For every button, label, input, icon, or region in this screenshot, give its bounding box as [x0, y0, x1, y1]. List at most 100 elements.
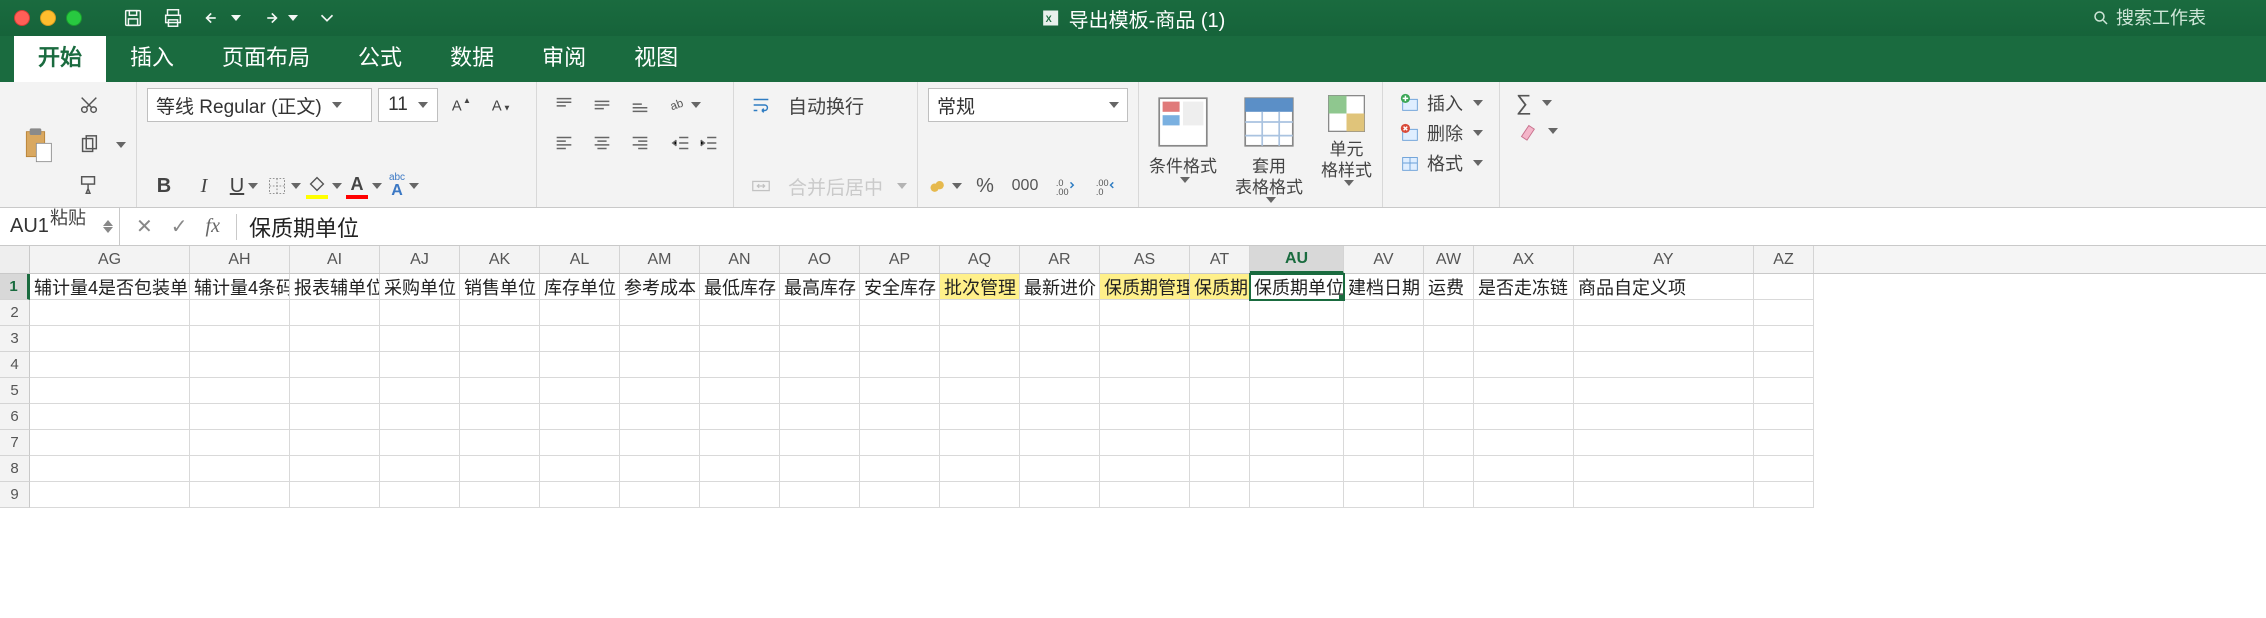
cell-AW5[interactable]	[1424, 378, 1474, 404]
cell-AX5[interactable]	[1474, 378, 1574, 404]
tab-page-layout[interactable]: 页面布局	[198, 31, 334, 82]
delete-cells-button[interactable]: 删除	[1399, 120, 1483, 146]
customize-qat-button[interactable]	[316, 7, 338, 29]
cell-AY8[interactable]	[1574, 456, 1754, 482]
cell-AM9[interactable]	[620, 482, 700, 508]
cell-AJ7[interactable]	[380, 430, 460, 456]
cell-AQ9[interactable]	[940, 482, 1020, 508]
cell-AS8[interactable]	[1100, 456, 1190, 482]
cell-AJ5[interactable]	[380, 378, 460, 404]
cell-AQ5[interactable]	[940, 378, 1020, 404]
increase-decimal-button[interactable]: .0.00	[1048, 169, 1082, 203]
column-header-AM[interactable]: AM	[620, 246, 700, 273]
cell-AX1[interactable]: 是否走冻链	[1474, 274, 1574, 300]
cell-AG6[interactable]	[30, 404, 190, 430]
row-header-4[interactable]: 4	[0, 352, 30, 378]
cell-AM5[interactable]	[620, 378, 700, 404]
cell-AW4[interactable]	[1424, 352, 1474, 378]
cell-AR7[interactable]	[1020, 430, 1100, 456]
table-format-button[interactable]: 套用 表格格式	[1235, 88, 1303, 203]
cell-AW6[interactable]	[1424, 404, 1474, 430]
cell-AQ2[interactable]	[940, 300, 1020, 326]
cell-AN9[interactable]	[700, 482, 780, 508]
cell-AJ1[interactable]: 采购单位	[380, 274, 460, 300]
cell-AH6[interactable]	[190, 404, 290, 430]
sheet-search[interactable]	[2092, 8, 2256, 29]
minimize-window-button[interactable]	[40, 10, 56, 26]
cell-AG2[interactable]	[30, 300, 190, 326]
enter-formula-button[interactable]: ✓	[171, 214, 188, 239]
cell-AL6[interactable]	[540, 404, 620, 430]
cell-AM2[interactable]	[620, 300, 700, 326]
cell-AS7[interactable]	[1100, 430, 1190, 456]
cell-AU3[interactable]	[1250, 326, 1344, 352]
cell-AP7[interactable]	[860, 430, 940, 456]
phonetic-button[interactable]: abcA	[387, 169, 421, 203]
cell-AY3[interactable]	[1574, 326, 1754, 352]
cell-AN4[interactable]	[700, 352, 780, 378]
cell-AL2[interactable]	[540, 300, 620, 326]
select-all-corner[interactable]	[0, 246, 30, 273]
cell-AT1[interactable]: 保质期	[1190, 274, 1250, 300]
cell-AY5[interactable]	[1574, 378, 1754, 404]
cell-AK1[interactable]: 销售单位	[460, 274, 540, 300]
cell-AO2[interactable]	[780, 300, 860, 326]
cell-AM1[interactable]: 参考成本	[620, 274, 700, 300]
cell-AL3[interactable]	[540, 326, 620, 352]
cell-AX6[interactable]	[1474, 404, 1574, 430]
row-header-7[interactable]: 7	[0, 430, 30, 456]
increase-indent-button[interactable]	[695, 126, 723, 160]
cell-AW7[interactable]	[1424, 430, 1474, 456]
cell-AX7[interactable]	[1474, 430, 1574, 456]
cell-AT6[interactable]	[1190, 404, 1250, 430]
cell-AR9[interactable]	[1020, 482, 1100, 508]
cell-AJ8[interactable]	[380, 456, 460, 482]
cell-AH3[interactable]	[190, 326, 290, 352]
cancel-formula-button[interactable]: ✕	[136, 214, 153, 239]
cell-AT8[interactable]	[1190, 456, 1250, 482]
row-header-9[interactable]: 9	[0, 482, 30, 508]
cell-AK7[interactable]	[460, 430, 540, 456]
cell-AT4[interactable]	[1190, 352, 1250, 378]
cell-AO8[interactable]	[780, 456, 860, 482]
cell-AK5[interactable]	[460, 378, 540, 404]
cell-AZ2[interactable]	[1754, 300, 1814, 326]
cell-AL7[interactable]	[540, 430, 620, 456]
cell-AU6[interactable]	[1250, 404, 1344, 430]
cell-AG5[interactable]	[30, 378, 190, 404]
cell-AI3[interactable]	[290, 326, 380, 352]
column-header-AG[interactable]: AG	[30, 246, 190, 273]
cell-AO7[interactable]	[780, 430, 860, 456]
insert-cells-button[interactable]: 插入	[1399, 90, 1483, 116]
cell-AG4[interactable]	[30, 352, 190, 378]
cell-AN2[interactable]	[700, 300, 780, 326]
tab-formulas[interactable]: 公式	[334, 31, 426, 82]
border-button[interactable]	[267, 169, 301, 203]
column-header-AK[interactable]: AK	[460, 246, 540, 273]
cell-AH8[interactable]	[190, 456, 290, 482]
number-format-combo[interactable]: 常规	[928, 88, 1128, 122]
cell-AR3[interactable]	[1020, 326, 1100, 352]
italic-button[interactable]: I	[187, 169, 221, 203]
cell-AV2[interactable]	[1344, 300, 1424, 326]
cell-AH1[interactable]: 辅计量4条码	[190, 274, 290, 300]
cell-AR4[interactable]	[1020, 352, 1100, 378]
cell-AS3[interactable]	[1100, 326, 1190, 352]
column-header-AR[interactable]: AR	[1020, 246, 1100, 273]
name-box[interactable]: AU1	[0, 208, 120, 245]
zoom-window-button[interactable]	[66, 10, 82, 26]
column-header-AV[interactable]: AV	[1344, 246, 1424, 273]
cell-AP4[interactable]	[860, 352, 940, 378]
comma-button[interactable]: 000	[1008, 169, 1042, 203]
wrap-text-label[interactable]: 自动换行	[788, 92, 864, 119]
spreadsheet-grid[interactable]: AGAHAIAJAKALAMANAOAPAQARASATAUAVAWAXAYAZ…	[0, 246, 2266, 508]
cell-AG3[interactable]	[30, 326, 190, 352]
merge-center-label[interactable]: 合并后居中	[788, 173, 883, 200]
cell-AZ5[interactable]	[1754, 378, 1814, 404]
cell-AW8[interactable]	[1424, 456, 1474, 482]
decrease-font-button[interactable]: A▼	[484, 88, 518, 122]
column-header-AW[interactable]: AW	[1424, 246, 1474, 273]
cell-AH2[interactable]	[190, 300, 290, 326]
cell-AZ1[interactable]	[1754, 274, 1814, 300]
cell-AY4[interactable]	[1574, 352, 1754, 378]
